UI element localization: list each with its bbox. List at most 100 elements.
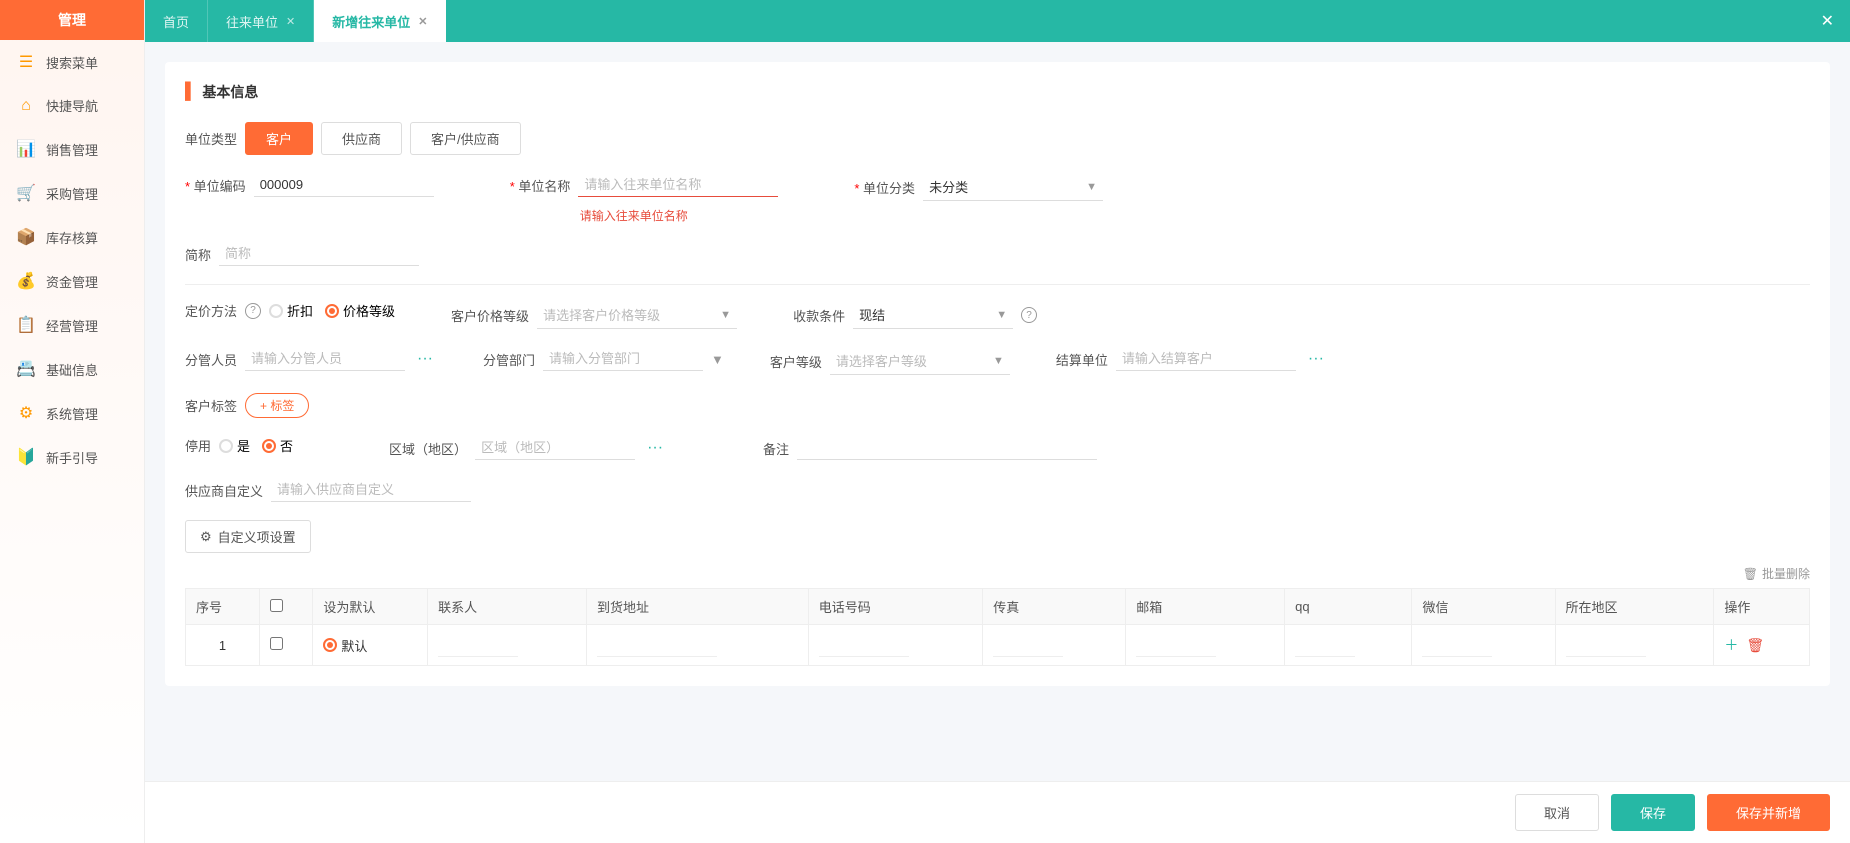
fax-input[interactable]: [993, 633, 1063, 657]
unit-category-chevron-icon: ▼: [1086, 181, 1097, 193]
qq-input[interactable]: [1295, 633, 1355, 657]
dept-input[interactable]: [543, 347, 703, 371]
supplier-custom-group: 供应商自定义: [185, 478, 471, 502]
unit-name-error: 请输入往来单位名称: [580, 207, 688, 224]
cell-email[interactable]: [1126, 625, 1285, 666]
manager-input[interactable]: [245, 347, 405, 371]
pricing-radio-discount[interactable]: 折扣: [269, 301, 313, 320]
cell-fax[interactable]: [983, 625, 1126, 666]
settlement-input[interactable]: [1116, 347, 1296, 371]
disabled-radio-no[interactable]: 否: [262, 436, 293, 455]
wechat-input[interactable]: [1422, 633, 1492, 657]
add-tag-button[interactable]: + 标签: [245, 393, 309, 418]
region-cell-input[interactable]: [1566, 633, 1646, 657]
row-delete-icon[interactable]: 🗑: [1746, 637, 1764, 654]
col-address: 到货地址: [586, 589, 808, 625]
payment-chevron-icon: ▼: [996, 309, 1007, 321]
payment-select[interactable]: 现结 ▼: [853, 301, 1013, 329]
settlement-more-icon[interactable]: ···: [1304, 350, 1328, 368]
col-default: 设为默认: [313, 589, 428, 625]
manager-more-icon[interactable]: ···: [413, 350, 437, 368]
cell-contact[interactable]: [428, 625, 587, 666]
contact-input[interactable]: [438, 633, 518, 657]
phone-input[interactable]: [819, 633, 909, 657]
custom-settings-button[interactable]: ⚙ 自定义项设置: [185, 520, 311, 553]
row-add-icon[interactable]: ＋: [1724, 635, 1738, 655]
tab-home[interactable]: 首页: [145, 0, 208, 42]
type-btn-customer[interactable]: 客户: [245, 122, 313, 155]
window-close-button[interactable]: ✕: [1805, 0, 1850, 42]
sidebar-item-label: 新手引导: [46, 448, 98, 467]
customer-level-select[interactable]: 请选择客户等级 ▼: [830, 347, 1010, 375]
cell-region[interactable]: [1555, 625, 1714, 666]
col-fax: 传真: [983, 589, 1126, 625]
default-radio[interactable]: 默认: [323, 636, 417, 655]
address-input[interactable]: [597, 633, 717, 657]
disabled-radio-yes[interactable]: 是: [219, 436, 250, 455]
unit-category-select[interactable]: 未分类 ▼: [923, 173, 1103, 201]
payment-value: 现结: [859, 305, 992, 324]
dept-chevron-icon: ▼: [711, 352, 724, 367]
radio-level-circle: [325, 304, 339, 318]
col-email: 邮箱: [1126, 589, 1285, 625]
sidebar-item-search[interactable]: ☰ 搜索菜单: [0, 40, 144, 84]
select-all-checkbox[interactable]: [270, 599, 283, 612]
sidebar-item-purchase[interactable]: 🛒 采购管理: [0, 171, 144, 215]
unit-name-input[interactable]: [578, 173, 778, 197]
content-area: ▌ 基本信息 单位类型 客户 供应商 客户/供应商 单位编码: [145, 42, 1850, 781]
sidebar-item-sales[interactable]: 📊 销售管理: [0, 127, 144, 171]
row-action-group: ＋ 🗑: [1724, 635, 1799, 655]
short-name-input[interactable]: [219, 242, 419, 266]
unit-code-input[interactable]: [254, 173, 434, 197]
cell-address[interactable]: [586, 625, 808, 666]
region-group: 区域（地区） ···: [389, 436, 667, 460]
unit-code-label: 单位编码: [185, 176, 246, 195]
sidebar-item-inventory[interactable]: 📦 库存核算: [0, 215, 144, 259]
pricing-row: 定价方法 ? 折扣 价格等级 客户价格等级: [185, 301, 1810, 329]
remark-input[interactable]: [797, 436, 1097, 460]
tab-bar: 首页 往来单位 ✕ 新增往来单位 ✕ ✕: [145, 0, 1850, 42]
type-btn-supplier[interactable]: 供应商: [321, 122, 402, 155]
cell-phone[interactable]: [808, 625, 983, 666]
sidebar-item-label: 快捷导航: [46, 96, 98, 115]
customer-price-select[interactable]: 请选择客户价格等级 ▼: [537, 301, 737, 329]
customer-price-placeholder: 请选择客户价格等级: [543, 305, 716, 324]
pricing-radio-level[interactable]: 价格等级: [325, 301, 395, 320]
region-more-icon[interactable]: ···: [643, 439, 667, 457]
batch-delete-button[interactable]: 🗑 批量删除: [185, 565, 1810, 582]
sidebar-item-guide[interactable]: 🔰 新手引导: [0, 435, 144, 479]
ops-icon: 📋: [16, 315, 36, 335]
sidebar-item-finance[interactable]: 💰 资金管理: [0, 259, 144, 303]
unit-type-label: 单位类型: [185, 129, 237, 148]
sidebar-item-system[interactable]: ⚙ 系统管理: [0, 391, 144, 435]
disabled-yes-label: 是: [237, 436, 250, 455]
tab-new-partner[interactable]: 新增往来单位 ✕: [314, 0, 446, 42]
save-button[interactable]: 保存: [1611, 794, 1695, 831]
unit-code-group: 单位编码: [185, 173, 434, 197]
cell-qq[interactable]: [1285, 625, 1412, 666]
remark-label: 备注: [763, 439, 789, 458]
sidebar-item-basic[interactable]: 📇 基础信息: [0, 347, 144, 391]
tab-partners[interactable]: 往来单位 ✕: [208, 0, 314, 42]
email-input[interactable]: [1136, 633, 1216, 657]
sidebar-item-ops[interactable]: 📋 经营管理: [0, 303, 144, 347]
save-new-button[interactable]: 保存并新增: [1707, 794, 1830, 831]
customer-level-chevron-icon: ▼: [993, 355, 1004, 367]
region-input[interactable]: [475, 436, 635, 460]
dept-group: 分管部门 ▼: [483, 347, 724, 371]
supplier-custom-row: 供应商自定义: [185, 478, 1810, 502]
unit-category-label: 单位分类: [854, 178, 915, 197]
type-btn-both[interactable]: 客户/供应商: [410, 122, 521, 155]
supplier-custom-input[interactable]: [271, 478, 471, 502]
col-qq: qq: [1285, 589, 1412, 625]
payment-help-icon[interactable]: ?: [1021, 307, 1037, 323]
settlement-label: 结算单位: [1056, 350, 1108, 369]
row-checkbox[interactable]: [270, 637, 283, 650]
sidebar-item-quicknav[interactable]: ⌂ 快捷导航: [0, 84, 144, 127]
pricing-help-icon[interactable]: ?: [245, 303, 261, 319]
cell-wechat[interactable]: [1412, 625, 1555, 666]
tab-partners-close[interactable]: ✕: [286, 15, 295, 28]
cancel-button[interactable]: 取消: [1515, 794, 1599, 831]
tab-new-partner-close[interactable]: ✕: [418, 15, 427, 28]
pricing-level-label: 价格等级: [343, 301, 395, 320]
